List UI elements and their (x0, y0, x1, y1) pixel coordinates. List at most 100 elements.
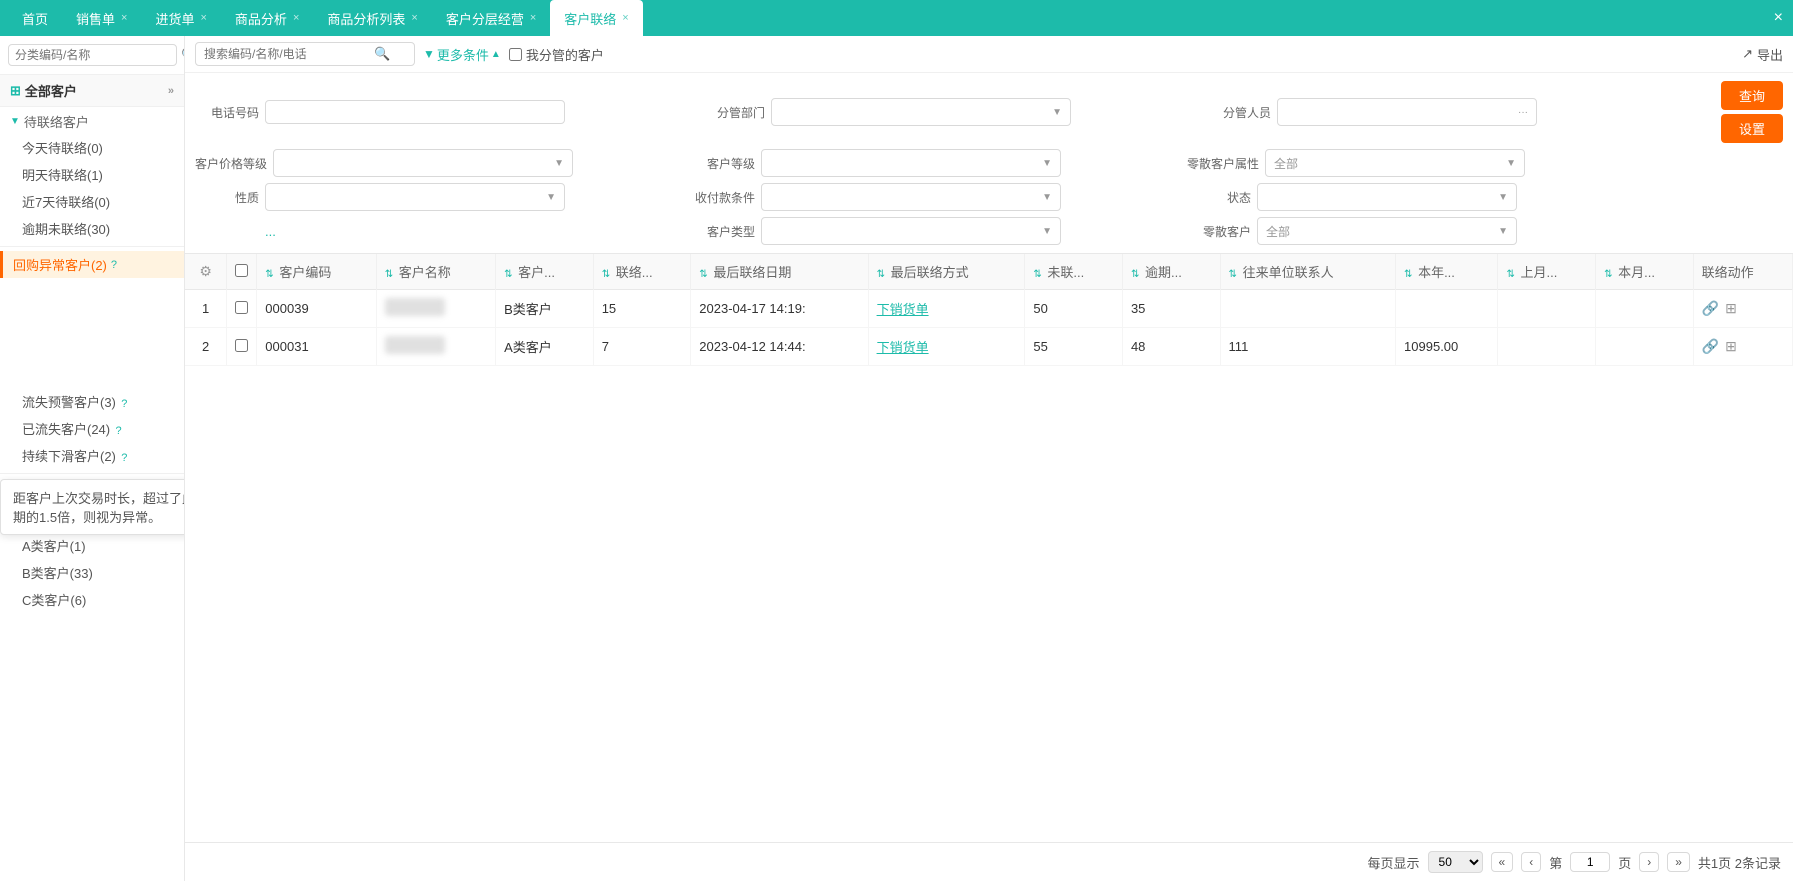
first-page-button[interactable]: « (1491, 852, 1514, 872)
nav-close-customer-contact[interactable]: × (622, 12, 628, 24)
price-level-select[interactable]: ▼ (273, 149, 573, 177)
nav-item-customer-contact[interactable]: 客户联络 × (550, 0, 642, 36)
nav-close-sales[interactable]: × (121, 12, 127, 24)
nav-item-purchase[interactable]: 进货单 × (141, 0, 220, 36)
cell-checkbox-0[interactable] (227, 290, 257, 328)
query-button[interactable]: 查询 (1721, 81, 1783, 110)
filter-field-nature: 性质 ▼ (195, 183, 683, 211)
sidebar-item-class-c[interactable]: C类客户(6) (0, 586, 184, 613)
col-label-level: 客户... (518, 265, 555, 280)
sidebar-item-today[interactable]: 今天待联络(0) (0, 134, 184, 161)
last-page-button[interactable]: » (1667, 852, 1690, 872)
next-page-button[interactable]: › (1639, 852, 1659, 872)
nav-close-purchase[interactable]: × (200, 12, 206, 24)
sidebar-item-tomorrow[interactable]: 明天待联络(1) (0, 161, 184, 188)
collapse-icon[interactable]: » (168, 85, 174, 97)
nav-item-customer-tier[interactable]: 客户分层经营 × (432, 0, 550, 36)
sidebar-search-input[interactable] (8, 44, 177, 66)
nature-select[interactable]: ▼ (265, 183, 565, 211)
sidebar-item-class-a[interactable]: A类客户(1) (0, 532, 184, 559)
settings-button[interactable]: 设置 (1721, 114, 1783, 143)
last-method-link-0[interactable]: 下销货单 (877, 302, 929, 317)
col-sort-icon-code[interactable]: ⇅ (265, 269, 273, 280)
cell-last-method-0[interactable]: 下销货单 (868, 290, 1025, 328)
filter-field-price-level: 客户价格等级 ▼ (195, 149, 683, 177)
th-this-month: ⇅ 本月... (1596, 254, 1694, 290)
churn-warning-help-icon[interactable]: ? (121, 398, 127, 410)
cell-this-month-1 (1596, 328, 1694, 366)
more-conditions-btn[interactable]: ▼ 更多条件 ▲ (423, 45, 501, 64)
col-sort-icon-contact[interactable]: ⇅ (602, 269, 610, 280)
export-button[interactable]: ↗ 导出 (1742, 45, 1783, 64)
row-checkbox-0[interactable] (235, 301, 248, 314)
col-sort-icon-overdue[interactable]: ⇅ (1131, 269, 1139, 280)
filter-row-4: ... 客户类型 ▼ 零散客户 全部 ▼ (195, 217, 1783, 245)
col-sort-icon-this-year[interactable]: ⇅ (1404, 269, 1412, 280)
col-sort-icon-name[interactable]: ⇅ (385, 269, 393, 280)
row-action-link-icon-0[interactable]: 🔗 (1702, 300, 1719, 317)
search-input[interactable] (204, 47, 374, 61)
col-sort-icon-level[interactable]: ⇅ (504, 269, 512, 280)
nav-close-customer-tier[interactable]: × (530, 12, 536, 24)
nav-item-analysis-list[interactable]: 商品分析列表 × (313, 0, 431, 36)
col-sort-icon-last-month[interactable]: ⇅ (1506, 269, 1514, 280)
select-all-checkbox[interactable] (235, 264, 248, 277)
sidebar-item-churned[interactable]: 已流失客户(24) ? (0, 415, 184, 442)
col-sort-icon-this-month[interactable]: ⇅ (1604, 269, 1612, 280)
sidebar-item-overdue[interactable]: 逾期未联络(30) (0, 215, 184, 242)
sidebar-item-class-b[interactable]: B类客户(33) (0, 559, 184, 586)
retail-cust-select[interactable]: 全部 ▼ (1257, 217, 1517, 245)
tooltip-text: 距客户上次交易时长，超过了此客户的平均交易周期的1.5倍，则视为异常。 (13, 491, 185, 525)
last-method-link-1[interactable]: 下销货单 (877, 340, 929, 355)
nav-close-analysis-list[interactable]: × (411, 12, 417, 24)
col-sort-icon-last-date[interactable]: ⇅ (699, 269, 707, 280)
sidebar-item-declining[interactable]: 持续下滑客户(2) ? (0, 442, 184, 469)
row-action-link-icon-1[interactable]: 🔗 (1702, 338, 1719, 355)
dept-select[interactable]: ▼ (771, 98, 1071, 126)
prev-page-button[interactable]: ‹ (1521, 852, 1541, 872)
repurchase-help-icon[interactable]: ? (111, 259, 117, 271)
filter-icon: ▼ (423, 47, 435, 61)
churned-help-icon[interactable]: ? (115, 425, 121, 437)
row-action-grid-icon-1[interactable]: ⊞ (1725, 338, 1737, 355)
row-checkbox-1[interactable] (235, 339, 248, 352)
sidebar-item-churn-warning[interactable]: 流失预警客户(3) ? (0, 388, 184, 415)
per-page-select[interactable]: 50 10 20 100 (1428, 851, 1483, 873)
col-label-last-date: 最后联络日期 (713, 265, 791, 280)
nav-item-analysis[interactable]: 商品分析 × (221, 0, 313, 36)
repurchase-abnormal-label: 回购异常客户(2) (13, 255, 107, 274)
nav-item-home[interactable]: 首页 (8, 0, 62, 36)
table-settings-icon[interactable]: ⚙ (199, 263, 212, 279)
payment-label: 收付款条件 (691, 189, 761, 206)
search-icon[interactable]: 🔍 (374, 46, 390, 62)
status-select[interactable]: ▼ (1257, 183, 1517, 211)
manager-select[interactable]: ··· (1277, 98, 1537, 126)
cell-contact-1: 7 (593, 328, 691, 366)
cust-level-select[interactable]: ▼ (761, 149, 1061, 177)
sidebar-group-pending[interactable]: ▼ 待联络客户 (0, 107, 184, 134)
cell-this-month-0 (1596, 290, 1694, 328)
retail-attr-select[interactable]: 全部 ▼ (1265, 149, 1525, 177)
sidebar-item-7days[interactable]: 近7天待联络(0) (0, 188, 184, 215)
declining-help-icon[interactable]: ? (121, 452, 127, 464)
cell-last-month-0 (1498, 290, 1596, 328)
cell-checkbox-1[interactable] (227, 328, 257, 366)
row-action-grid-icon-0[interactable]: ⊞ (1725, 300, 1737, 317)
retail-cust-value: 全部 (1266, 223, 1290, 240)
sidebar-item-repurchase-abnormal[interactable]: 回购异常客户(2) ? (0, 251, 184, 278)
col-sort-icon-contact2[interactable]: ⇅ (1229, 269, 1237, 280)
more-button[interactable]: ... (265, 219, 276, 244)
nav-item-sales[interactable]: 销售单 × (62, 0, 141, 36)
window-close-button[interactable]: × (1774, 9, 1783, 27)
page-input[interactable] (1570, 852, 1610, 872)
phone-input[interactable] (265, 100, 565, 124)
cust-type-select[interactable]: ▼ (761, 217, 1061, 245)
sidebar-all-customers[interactable]: ⊞ 全部客户 » (0, 75, 184, 107)
sidebar-search-icon[interactable]: 🔍 (181, 47, 185, 63)
nav-close-analysis[interactable]: × (293, 12, 299, 24)
col-sort-icon-uncontacted[interactable]: ⇅ (1033, 269, 1041, 280)
my-customers-checkbox[interactable] (509, 48, 522, 61)
cell-last-method-1[interactable]: 下销货单 (868, 328, 1025, 366)
payment-select[interactable]: ▼ (761, 183, 1061, 211)
col-sort-icon-last-method[interactable]: ⇅ (877, 269, 885, 280)
